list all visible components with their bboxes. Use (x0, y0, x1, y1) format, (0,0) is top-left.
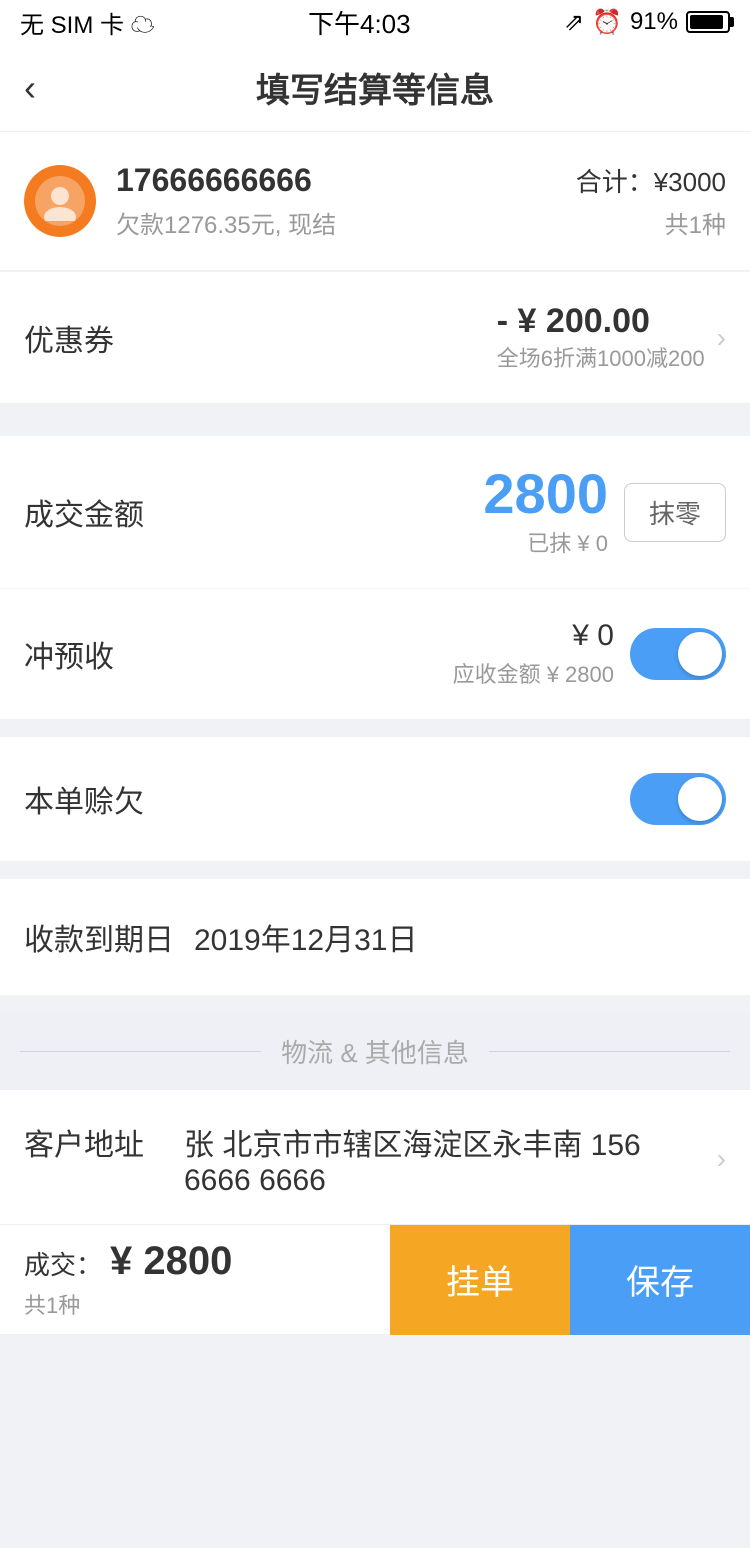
bottom-deal-label: 成交： (24, 1245, 102, 1282)
coupon-right: - ¥ 200.00 全场6折满1000减200 › (497, 302, 726, 373)
chong-amount-col: ¥ 0 应收金额 ¥ 2800 (453, 619, 614, 689)
debit-row: 本单赊欠 (0, 737, 750, 861)
hang-button[interactable]: 挂单 (390, 1225, 570, 1335)
status-bar-left: 无 SIM 卡 ☁ (20, 5, 155, 40)
content: 17666666666 欠款1276.35元, 现结 合计：¥3000 共1种 … (0, 132, 750, 1548)
status-bar-time: 下午4:03 (308, 4, 411, 41)
due-date-row[interactable]: 收款到期日 2019年12月31日 (0, 879, 750, 995)
bottom-count: 共1种 (24, 1288, 366, 1320)
total-count: 共1种 (576, 205, 726, 240)
round-zero-button[interactable]: 抹零 (624, 483, 726, 542)
bottom-deal-amount: ¥ 2800 (110, 1239, 232, 1284)
due-date-section: 收款到期日 2019年12月31日 (0, 879, 750, 995)
address-value: 张 北京市市辖区海淀区永丰南 156 6666 6666 (164, 1120, 697, 1198)
customer-card: 17666666666 欠款1276.35元, 现结 合计：¥3000 共1种 (0, 132, 750, 270)
logistics-line-right (489, 1051, 730, 1052)
customer-phone: 17666666666 (116, 162, 336, 199)
section-divider-3 (0, 863, 750, 879)
status-bar-right: ⇗ ⏰ 91% (564, 8, 730, 37)
avatar (24, 165, 96, 237)
section-divider-2 (0, 721, 750, 737)
customer-debt: 欠款1276.35元, 现结 (116, 205, 336, 240)
nav-title: 填写结算等信息 (256, 63, 494, 112)
section-divider-1 (0, 420, 750, 436)
chong-receivable: 应收金额 ¥ 2800 (453, 657, 614, 689)
battery-percent: 91% (630, 8, 678, 36)
nav-bar: ‹ 填写结算等信息 (0, 44, 750, 132)
due-date-label: 收款到期日 (24, 915, 174, 959)
debit-toggle-knob (678, 777, 722, 821)
customer-left: 17666666666 欠款1276.35元, 现结 (24, 162, 336, 240)
coupon-desc: 全场6折满1000减200 (497, 341, 705, 373)
coupon-label: 优惠券 (24, 316, 114, 360)
logistics-divider: 物流 & 其他信息 (0, 1013, 750, 1090)
deal-amount-row: 成交金额 2800 已抹 ¥ 0 抹零 (0, 436, 750, 589)
gps-icon: ⇗ (564, 8, 584, 37)
due-date-value: 2019年12月31日 (194, 915, 417, 959)
alarm-icon: ⏰ (592, 8, 622, 37)
chong-label: 冲预收 (24, 632, 114, 676)
customer-right: 合计：¥3000 共1种 (576, 162, 726, 240)
battery-icon (686, 11, 730, 33)
debit-toggle[interactable] (630, 773, 726, 825)
address-chevron-icon: › (717, 1143, 726, 1175)
deal-amount-section: 成交金额 2800 已抹 ¥ 0 抹零 冲预收 ¥ 0 应收金额 ¥ 2800 (0, 436, 750, 719)
coupon-row[interactable]: 优惠券 - ¥ 200.00 全场6折满1000减200 › (0, 272, 750, 404)
debit-label: 本单赊欠 (24, 777, 144, 821)
coupon-chevron-icon: › (717, 322, 726, 354)
chong-amount: ¥ 0 (453, 619, 614, 653)
chong-toggle-knob (678, 632, 722, 676)
coupon-amount: - ¥ 200.00 (497, 302, 705, 341)
deal-amount-label: 成交金额 (24, 490, 144, 534)
section-divider-4 (0, 997, 750, 1013)
deal-amount-sub: 已抹 ¥ 0 (483, 526, 608, 558)
battery-fill (690, 15, 723, 29)
bottom-bar: 成交： ¥ 2800 共1种 挂单 保存 (0, 1224, 750, 1334)
address-row[interactable]: 客户地址 张 北京市市辖区海淀区永丰南 156 6666 6666 › (0, 1090, 750, 1228)
sim-label: 无 SIM 卡 ☁ (20, 5, 155, 40)
chong-toggle[interactable] (630, 628, 726, 680)
total-label: 合计：¥3000 (576, 162, 726, 199)
address-label: 客户地址 (24, 1120, 144, 1164)
deal-amount-col: 2800 已抹 ¥ 0 (483, 466, 608, 558)
logistics-text: 物流 & 其他信息 (281, 1033, 469, 1070)
back-button[interactable]: ‹ (24, 67, 36, 109)
customer-info: 17666666666 欠款1276.35元, 现结 (116, 162, 336, 240)
deal-amount-value: 2800 (483, 466, 608, 522)
deal-amount-right: 2800 已抹 ¥ 0 抹零 (483, 466, 726, 558)
status-bar: 无 SIM 卡 ☁ 下午4:03 ⇗ ⏰ 91% (0, 0, 750, 44)
save-button[interactable]: 保存 (570, 1225, 750, 1335)
chong-row: 冲预收 ¥ 0 应收金额 ¥ 2800 (0, 589, 750, 719)
avatar-icon (35, 176, 85, 226)
chong-right: ¥ 0 应收金额 ¥ 2800 (453, 619, 726, 689)
logistics-line-left (20, 1051, 261, 1052)
bottom-summary: 成交： ¥ 2800 共1种 (0, 1239, 390, 1320)
debit-section: 本单赊欠 (0, 737, 750, 861)
